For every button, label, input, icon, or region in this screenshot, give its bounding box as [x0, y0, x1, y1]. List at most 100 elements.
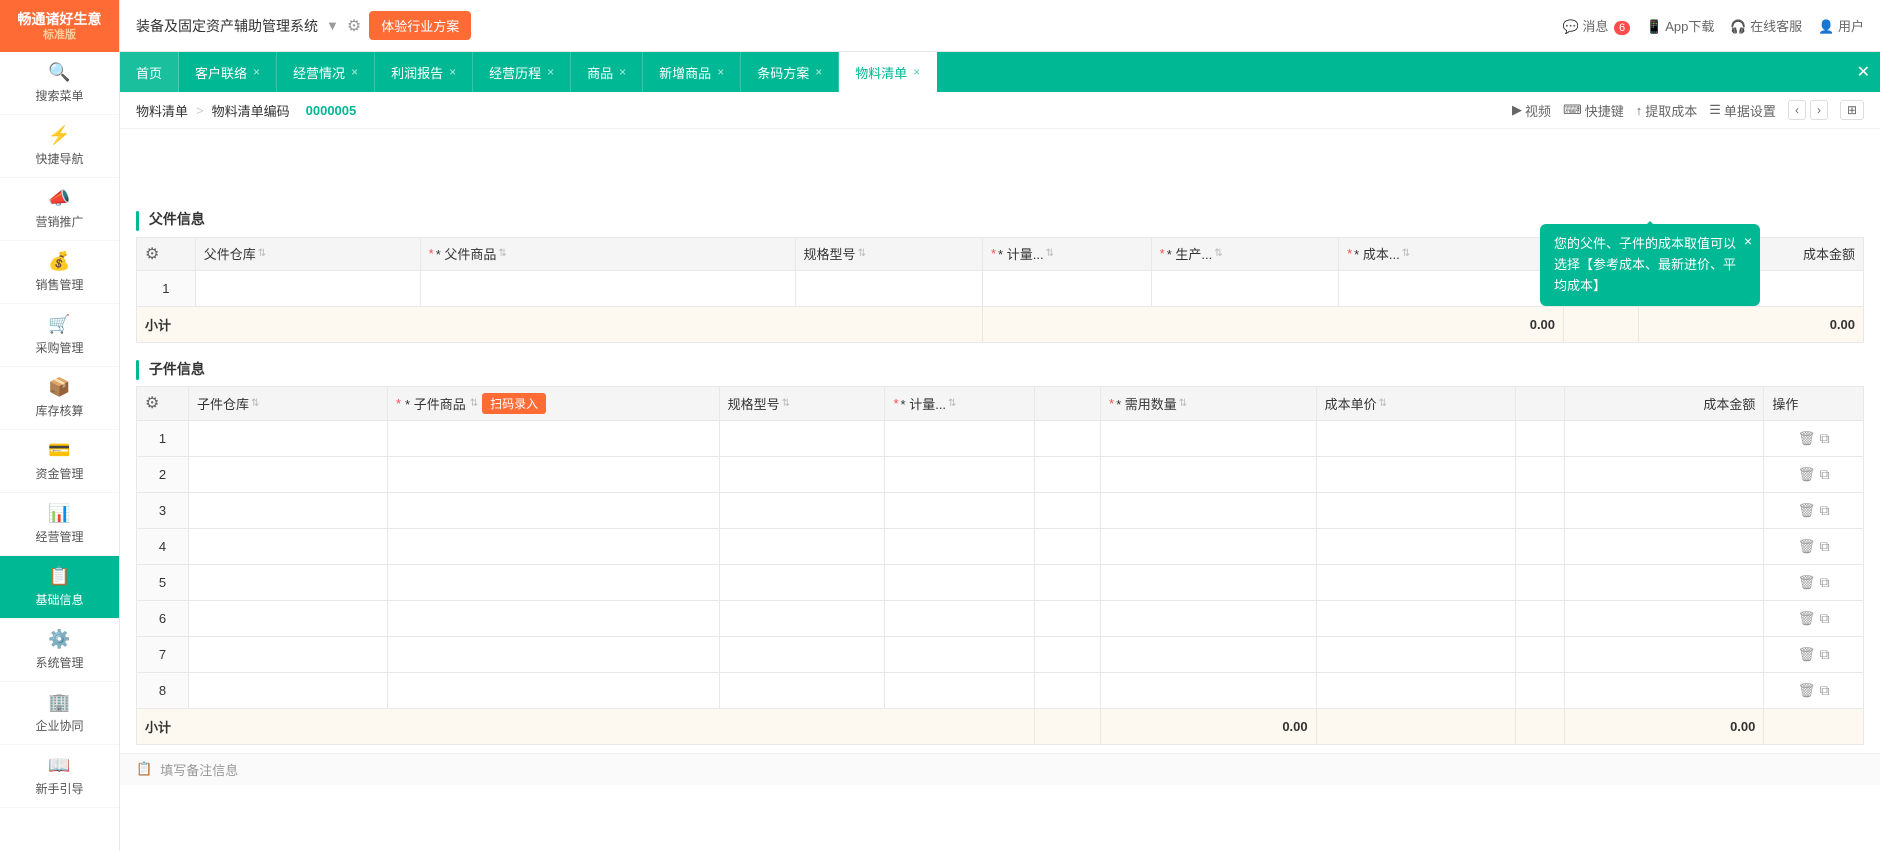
tab-operations-close[interactable]: ×	[351, 65, 358, 79]
parent-row-1-spec[interactable]	[795, 270, 982, 306]
sidebar-item-guide[interactable]: 📖 新手引导	[0, 745, 119, 808]
child-row-6-product[interactable]	[387, 600, 719, 636]
tooltip-close-btn[interactable]: ×	[1744, 230, 1752, 252]
sidebar-item-enterprise[interactable]: 🏢 企业协同	[0, 682, 119, 745]
child-row-7-unit[interactable]	[885, 636, 1034, 672]
child-row-1-need-qty[interactable]	[1101, 420, 1317, 456]
child-row-6-copy-icon[interactable]: ⧉	[1820, 610, 1830, 627]
child-row-7-spec[interactable]	[719, 636, 885, 672]
child-row-1-warehouse[interactable]	[188, 420, 387, 456]
extract-cost-btn[interactable]: ↑ 提取成本	[1636, 101, 1698, 120]
tab-products[interactable]: 商品 ×	[571, 52, 643, 92]
child-row-8-unit[interactable]	[885, 672, 1034, 708]
child-row-4-product[interactable]	[387, 528, 719, 564]
parent-row-1-warehouse[interactable]	[195, 270, 420, 306]
child-row-5-need-qty[interactable]	[1101, 564, 1317, 600]
child-row-3-unit-price[interactable]	[1316, 492, 1515, 528]
child-row-7-amount[interactable]	[1565, 636, 1764, 672]
child-row-8-product[interactable]	[387, 672, 719, 708]
child-row-6-unit-price[interactable]	[1316, 600, 1515, 636]
child-row-2-unit-price[interactable]	[1316, 456, 1515, 492]
child-row-3-product[interactable]	[387, 492, 719, 528]
child-row-3-delete-icon[interactable]: 🗑	[1798, 502, 1816, 519]
child-row-5-copy-icon[interactable]: ⧉	[1820, 574, 1830, 591]
child-row-6-spec[interactable]	[719, 600, 885, 636]
child-row-4-delete-icon[interactable]: 🗑	[1798, 538, 1816, 555]
sidebar-item-quick-nav[interactable]: ⚡ 快捷导航	[0, 115, 119, 178]
tab-bom-close[interactable]: ×	[913, 65, 920, 79]
child-row-1-unit[interactable]	[885, 420, 1034, 456]
child-row-8-copy-icon[interactable]: ⧉	[1820, 682, 1830, 699]
child-row-5-product[interactable]	[387, 564, 719, 600]
child-row-4-amount[interactable]	[1565, 528, 1764, 564]
parent-row-1-unit[interactable]	[982, 270, 1151, 306]
tab-barcode[interactable]: 条码方案 ×	[741, 52, 839, 92]
child-row-5-delete-icon[interactable]: 🗑	[1798, 574, 1816, 591]
child-row-8-delete-icon[interactable]: 🗑	[1798, 682, 1816, 699]
child-row-4-unit[interactable]	[885, 528, 1034, 564]
parent-row-1-cost[interactable]	[1339, 270, 1564, 306]
child-row-4-need-qty[interactable]	[1101, 528, 1317, 564]
child-row-3-copy-icon[interactable]: ⧉	[1820, 502, 1830, 519]
child-row-6-delete-icon[interactable]: 🗑	[1798, 610, 1816, 627]
grid-view-btn[interactable]: ⊞	[1840, 100, 1864, 120]
tab-profit-close[interactable]: ×	[449, 65, 456, 79]
child-row-6-need-qty[interactable]	[1101, 600, 1317, 636]
child-row-8-spec[interactable]	[719, 672, 885, 708]
child-row-1-spec[interactable]	[719, 420, 885, 456]
child-row-1-unit-price[interactable]	[1316, 420, 1515, 456]
child-row-2-spec[interactable]	[719, 456, 885, 492]
dropdown-arrow-icon[interactable]: ▼	[326, 18, 339, 33]
user-btn[interactable]: 👤 用户	[1818, 16, 1864, 35]
child-row-2-unit[interactable]	[885, 456, 1034, 492]
child-row-4-warehouse[interactable]	[188, 528, 387, 564]
parent-row-1-product[interactable]	[420, 270, 795, 306]
child-row-7-unit-price[interactable]	[1316, 636, 1515, 672]
tab-history[interactable]: 经营历程 ×	[473, 52, 571, 92]
child-row-3-spec[interactable]	[719, 492, 885, 528]
child-row-8-amount[interactable]	[1565, 672, 1764, 708]
child-row-2-amount[interactable]	[1565, 456, 1764, 492]
child-row-4-spec[interactable]	[719, 528, 885, 564]
sidebar-item-sales[interactable]: 💰 销售管理	[0, 241, 119, 304]
child-row-3-need-qty[interactable]	[1101, 492, 1317, 528]
prev-arrow[interactable]: ‹	[1788, 100, 1806, 120]
child-row-1-amount[interactable]	[1565, 420, 1764, 456]
scan-barcode-btn[interactable]: 扫码录入	[482, 393, 546, 414]
child-row-6-unit[interactable]	[885, 600, 1034, 636]
child-row-3-unit[interactable]	[885, 492, 1034, 528]
next-arrow[interactable]: ›	[1810, 100, 1828, 120]
child-row-2-product[interactable]	[387, 456, 719, 492]
child-row-8-warehouse[interactable]	[188, 672, 387, 708]
child-row-7-copy-icon[interactable]: ⧉	[1820, 646, 1830, 663]
child-row-7-need-qty[interactable]	[1101, 636, 1317, 672]
tab-products-close[interactable]: ×	[619, 65, 626, 79]
child-row-7-warehouse[interactable]	[188, 636, 387, 672]
tab-profit[interactable]: 利润报告 ×	[375, 52, 473, 92]
tab-home[interactable]: 首页	[120, 52, 179, 92]
sidebar-item-purchase[interactable]: 🛒 采购管理	[0, 304, 119, 367]
child-row-2-copy-icon[interactable]: ⧉	[1820, 466, 1830, 483]
tab-customer-close[interactable]: ×	[253, 65, 260, 79]
child-row-2-warehouse[interactable]	[188, 456, 387, 492]
child-row-1-delete-icon[interactable]: 🗑	[1798, 430, 1816, 447]
sidebar-item-system[interactable]: ⚙️ 系统管理	[0, 619, 119, 682]
child-row-3-warehouse[interactable]	[188, 492, 387, 528]
shortcut-btn[interactable]: ⌨ 快捷键	[1563, 101, 1624, 120]
app-download-btn[interactable]: 📱 App下载	[1646, 16, 1714, 35]
child-row-5-amount[interactable]	[1565, 564, 1764, 600]
child-row-5-warehouse[interactable]	[188, 564, 387, 600]
tab-bom[interactable]: 物料清单 ×	[839, 52, 937, 92]
child-row-7-product[interactable]	[387, 636, 719, 672]
parent-gear-icon[interactable]: ⚙	[145, 246, 159, 263]
sidebar-item-marketing[interactable]: 📣 营销推广	[0, 178, 119, 241]
child-row-6-amount[interactable]	[1565, 600, 1764, 636]
child-row-8-need-qty[interactable]	[1101, 672, 1317, 708]
child-row-1-copy-icon[interactable]: ⧉	[1820, 430, 1830, 447]
child-row-5-spec[interactable]	[719, 564, 885, 600]
child-row-8-unit-price[interactable]	[1316, 672, 1515, 708]
child-row-4-unit-price[interactable]	[1316, 528, 1515, 564]
tab-operations[interactable]: 经营情况 ×	[277, 52, 375, 92]
online-service-btn[interactable]: 🎧 在线客服	[1730, 16, 1802, 35]
child-row-2-need-qty[interactable]	[1101, 456, 1317, 492]
